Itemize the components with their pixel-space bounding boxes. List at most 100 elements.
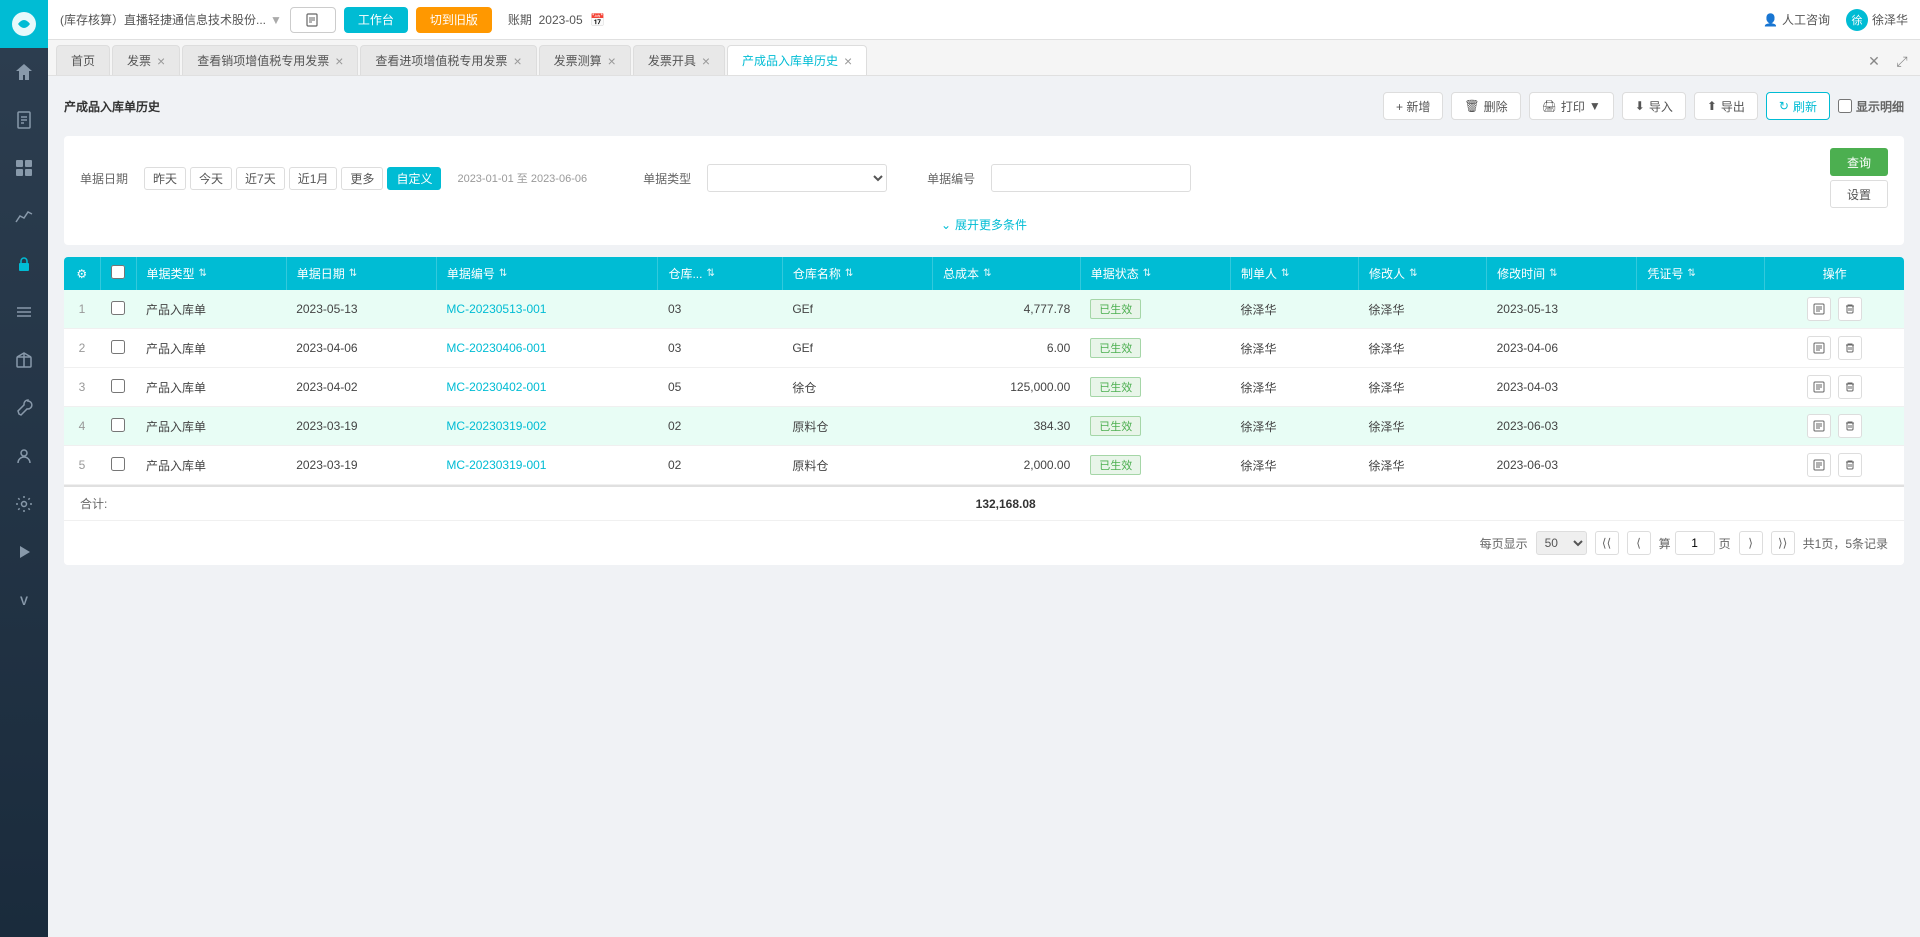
row-checkbox[interactable] — [111, 418, 125, 432]
query-btn[interactable]: 查询 — [1830, 148, 1888, 176]
row-number[interactable]: MC-20230406-001 — [436, 329, 658, 368]
th-wh-name[interactable]: 仓库名称⇅ — [782, 257, 932, 290]
th-total-cost[interactable]: 总成本⇅ — [933, 257, 1081, 290]
company-dropdown-icon[interactable]: ▼ — [270, 13, 282, 27]
sidebar-item-list[interactable] — [0, 288, 48, 336]
th-type[interactable]: 单据类型⇅ — [136, 257, 286, 290]
th-status[interactable]: 单据状态⇅ — [1080, 257, 1230, 290]
expand-filter-btn[interactable]: ⌄ 展开更多条件 — [941, 216, 1027, 233]
tab-close-all[interactable]: ✕ — [1864, 51, 1884, 71]
date-btn-custom[interactable]: 自定义 — [387, 167, 441, 190]
tab-sales-vat-close[interactable]: × — [335, 54, 343, 68]
row-checkbox[interactable] — [111, 301, 125, 315]
th-checkbox[interactable] — [100, 257, 136, 290]
row-checkbox-cell[interactable] — [100, 368, 136, 407]
date-btn-yesterday[interactable]: 昨天 — [144, 167, 186, 190]
per-page-select[interactable]: 50 100 200 — [1536, 531, 1587, 555]
date-btn-7days[interactable]: 近7天 — [236, 167, 285, 190]
tab-invoice[interactable]: 发票 × — [112, 45, 180, 75]
row-checkbox[interactable] — [111, 340, 125, 354]
row-number[interactable]: MC-20230319-001 — [436, 446, 658, 485]
row-edit-btn[interactable] — [1807, 414, 1831, 438]
last-page-btn[interactable]: ⟩⟩ — [1771, 531, 1795, 555]
th-settings[interactable]: ⚙ — [64, 257, 100, 290]
print-dropdown-icon[interactable]: ▼ — [1589, 99, 1601, 113]
number-filter-input[interactable] — [991, 164, 1191, 192]
row-number-link[interactable]: MC-20230406-001 — [446, 341, 546, 355]
refresh-btn[interactable]: ↻ 刷新 — [1766, 92, 1830, 120]
workbench-btn[interactable]: 工作台 — [344, 7, 408, 33]
row-number[interactable]: MC-20230402-001 — [436, 368, 658, 407]
row-edit-btn[interactable] — [1807, 453, 1831, 477]
row-checkbox-cell[interactable] — [100, 290, 136, 329]
company-selector[interactable]: (库存核算）直播轻捷通信息技术股份... ▼ — [60, 11, 282, 28]
th-modify-time[interactable]: 修改时间⇅ — [1487, 257, 1637, 290]
tab-purchase-vat[interactable]: 查看进项增值税专用发票 × — [360, 45, 536, 75]
user-info[interactable]: 徐 徐泽华 — [1846, 9, 1908, 31]
date-btn-more[interactable]: 更多 — [341, 167, 383, 190]
row-edit-btn[interactable] — [1807, 297, 1831, 321]
select-all-checkbox[interactable] — [111, 265, 125, 279]
date-btn-today[interactable]: 今天 — [190, 167, 232, 190]
new-btn[interactable]: + 新增 — [1383, 92, 1443, 120]
print-btn[interactable]: 🖨 打印 ▼ — [1529, 92, 1614, 120]
document-btn[interactable] — [290, 7, 336, 33]
th-creator[interactable]: 制单人⇅ — [1230, 257, 1358, 290]
sidebar-item-box[interactable] — [0, 336, 48, 384]
tab-product-inbound-close[interactable]: × — [844, 54, 852, 68]
sidebar-item-people[interactable] — [0, 432, 48, 480]
row-number-link[interactable]: MC-20230319-002 — [446, 419, 546, 433]
th-wh-code[interactable]: 仓库...⇅ — [658, 257, 782, 290]
row-checkbox-cell[interactable] — [100, 446, 136, 485]
tab-invoice-calc[interactable]: 发票测算 × — [539, 45, 631, 75]
row-checkbox[interactable] — [111, 457, 125, 471]
row-edit-btn[interactable] — [1807, 375, 1831, 399]
row-number-link[interactable]: MC-20230513-001 — [446, 302, 546, 316]
th-date[interactable]: 单据日期⇅ — [286, 257, 436, 290]
sidebar-item-lock[interactable] — [0, 240, 48, 288]
tab-maximize[interactable]: ⤢ — [1892, 51, 1912, 71]
delete-btn[interactable]: 🗑 删除 — [1451, 92, 1520, 120]
row-delete-btn[interactable] — [1838, 375, 1862, 399]
row-delete-btn[interactable] — [1838, 414, 1862, 438]
export-btn[interactable]: ⬆ 导出 — [1694, 92, 1758, 120]
page-number-input[interactable] — [1675, 531, 1715, 555]
sidebar-item-play[interactable] — [0, 528, 48, 576]
prev-page-btn[interactable]: ⟨ — [1627, 531, 1651, 555]
tab-sales-vat[interactable]: 查看销项增值税专用发票 × — [182, 45, 358, 75]
row-checkbox-cell[interactable] — [100, 407, 136, 446]
date-btn-1month[interactable]: 近1月 — [289, 167, 338, 190]
calendar-icon[interactable]: 📅 — [590, 13, 605, 27]
first-page-btn[interactable]: ⟨⟨ — [1595, 531, 1619, 555]
row-number[interactable]: MC-20230513-001 — [436, 290, 658, 329]
show-detail-switch[interactable]: 显示明细 — [1838, 98, 1904, 115]
row-delete-btn[interactable] — [1838, 336, 1862, 360]
sidebar-item-settings[interactable] — [0, 480, 48, 528]
sidebar-item-chart[interactable] — [0, 192, 48, 240]
row-number[interactable]: MC-20230319-002 — [436, 407, 658, 446]
support-btn[interactable]: 👤 人工咨询 — [1763, 11, 1830, 28]
next-page-btn[interactable]: ⟩ — [1739, 531, 1763, 555]
tab-invoice-open[interactable]: 发票开具 × — [633, 45, 725, 75]
row-checkbox[interactable] — [111, 379, 125, 393]
sidebar-item-grid[interactable] — [0, 144, 48, 192]
th-voucher[interactable]: 凭证号⇅ — [1637, 257, 1765, 290]
th-modifier[interactable]: 修改人⇅ — [1359, 257, 1487, 290]
sidebar-item-document[interactable] — [0, 96, 48, 144]
row-edit-btn[interactable] — [1807, 336, 1831, 360]
show-detail-checkbox[interactable] — [1838, 99, 1852, 113]
tab-product-inbound[interactable]: 产成品入库单历史 × — [727, 45, 867, 75]
reset-btn[interactable]: 设置 — [1830, 180, 1888, 208]
switch-old-btn[interactable]: 切到旧版 — [416, 7, 492, 33]
import-btn[interactable]: ⬇ 导入 — [1622, 92, 1686, 120]
th-number[interactable]: 单据编号⇅ — [436, 257, 658, 290]
type-filter-select[interactable]: 产品入库单 — [707, 164, 887, 192]
sidebar-item-home[interactable] — [0, 48, 48, 96]
tab-purchase-vat-close[interactable]: × — [513, 54, 521, 68]
sidebar-item-tool[interactable] — [0, 384, 48, 432]
row-delete-btn[interactable] — [1838, 297, 1862, 321]
tab-home[interactable]: 首页 — [56, 45, 110, 75]
tab-invoice-close[interactable]: × — [157, 54, 165, 68]
row-checkbox-cell[interactable] — [100, 329, 136, 368]
tab-invoice-calc-close[interactable]: × — [608, 54, 616, 68]
